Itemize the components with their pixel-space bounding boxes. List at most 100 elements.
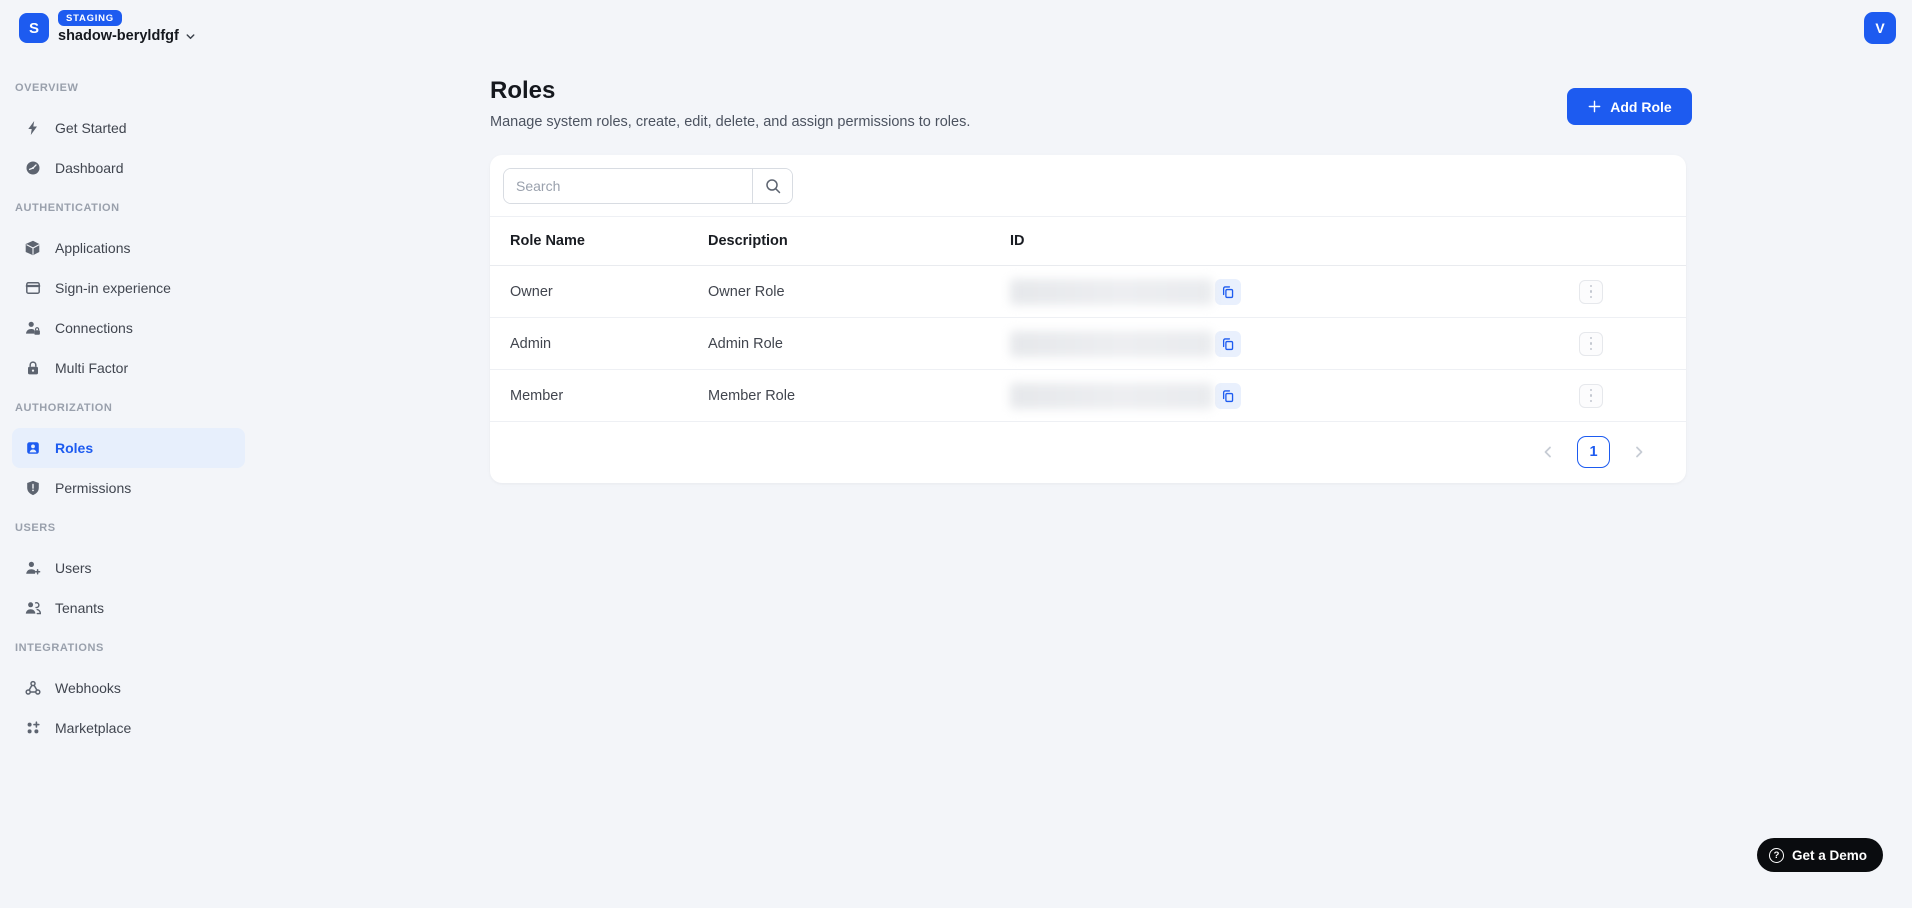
add-role-label: Add Role [1610, 99, 1671, 115]
copy-id-button[interactable] [1215, 331, 1241, 357]
sidebar-item-label: Users [55, 560, 92, 576]
sidebar-item-label: Get Started [55, 120, 127, 136]
sidebar-item-label: Tenants [55, 600, 104, 616]
column-header-role-name: Role Name [490, 233, 708, 249]
chevron-left-icon [1540, 444, 1556, 460]
cell-id [1010, 331, 1579, 357]
sidebar-item-tenants[interactable]: Tenants [0, 588, 245, 628]
page-subtitle: Manage system roles, create, edit, delet… [490, 114, 970, 130]
sidebar-item-label: Sign-in experience [55, 280, 171, 296]
id-badge-icon [25, 440, 41, 456]
sidebar-item-multi-factor[interactable]: Multi Factor [0, 348, 245, 388]
question-circle-icon: ? [1769, 848, 1784, 863]
copy-icon [1221, 285, 1235, 299]
cell-role-name: Owner [490, 284, 708, 300]
nav-section-label-authorization: AUTHORIZATION [0, 388, 245, 428]
redacted-id-value [1010, 383, 1213, 409]
search-row [490, 155, 1686, 217]
chevron-down-icon [184, 30, 197, 43]
get-a-demo-button[interactable]: ? Get a Demo [1757, 838, 1883, 872]
user-avatar[interactable]: V [1864, 12, 1896, 44]
nav-section-label-overview: OVERVIEW [0, 68, 245, 108]
sidebar-item-label: Dashboard [55, 160, 124, 176]
copy-id-button[interactable] [1215, 279, 1241, 305]
environment-badge: STAGING [58, 10, 122, 26]
sidebar-item-marketplace[interactable]: Marketplace [0, 708, 245, 748]
sidebar-item-sign-in-experience[interactable]: Sign-in experience [0, 268, 245, 308]
tenant-dropdown[interactable]: shadow-beryldfgf [58, 28, 197, 44]
cell-actions [1579, 384, 1686, 408]
cell-actions [1579, 280, 1686, 304]
people-icon [25, 600, 41, 616]
add-role-button[interactable]: Add Role [1567, 88, 1692, 125]
sidebar: OVERVIEW Get Started Dashboard AUTHENTICATI… [0, 68, 245, 748]
cell-actions [1579, 332, 1686, 356]
sidebar-item-label: Permissions [55, 480, 131, 496]
sidebar-item-label: Webhooks [55, 680, 121, 696]
sidebar-item-roles[interactable]: Roles [12, 428, 245, 468]
column-header-id: ID [1010, 233, 1579, 249]
cube-icon [25, 240, 41, 256]
sidebar-item-dashboard[interactable]: Dashboard [0, 148, 245, 188]
previous-page-button[interactable] [1540, 444, 1556, 460]
chevron-right-icon [1631, 444, 1647, 460]
shield-icon [25, 480, 41, 496]
search-button[interactable] [752, 169, 792, 203]
nav-section-label-authentication: AUTHENTICATION [0, 188, 245, 228]
redacted-id-value [1010, 331, 1213, 357]
lock-icon [25, 360, 41, 376]
cell-role-name: Admin [490, 336, 708, 352]
sidebar-item-label: Multi Factor [55, 360, 128, 376]
person-lock-icon [25, 320, 41, 336]
row-actions-menu-button[interactable] [1579, 280, 1603, 304]
cell-description: Member Role [708, 388, 1010, 404]
sidebar-item-applications[interactable]: Applications [0, 228, 245, 268]
sidebar-item-permissions[interactable]: Permissions [0, 468, 245, 508]
search-group [503, 168, 793, 204]
table-row-member: MemberMember Role [490, 370, 1686, 422]
redacted-id-value [1010, 279, 1213, 305]
table-body: OwnerOwner RoleAdminAdmin RoleMemberMemb… [490, 266, 1686, 422]
table-row-owner: OwnerOwner Role [490, 266, 1686, 318]
sidebar-item-connections[interactable]: Connections [0, 308, 245, 348]
sidebar-item-label: Applications [55, 240, 131, 256]
grid-plus-icon [25, 720, 41, 736]
sidebar-item-label: Roles [55, 440, 93, 456]
copy-icon [1221, 337, 1235, 351]
cell-id [1010, 383, 1579, 409]
cell-description: Admin Role [708, 336, 1010, 352]
cell-description: Owner Role [708, 284, 1010, 300]
copy-id-button[interactable] [1215, 383, 1241, 409]
row-actions-menu-button[interactable] [1579, 332, 1603, 356]
search-icon [764, 177, 782, 195]
lightning-icon [25, 120, 41, 136]
table-header-row: Role Name Description ID [490, 217, 1686, 266]
row-actions-menu-button[interactable] [1579, 384, 1603, 408]
page-title: Roles [490, 77, 555, 105]
get-a-demo-label: Get a Demo [1792, 848, 1867, 863]
browser-window-icon [25, 280, 41, 296]
plus-icon [1587, 99, 1602, 114]
gauge-icon [25, 160, 41, 176]
search-input[interactable] [504, 169, 752, 203]
cell-id [1010, 279, 1579, 305]
tenant-switcher[interactable]: S STAGING shadow-beryldfgf [19, 10, 197, 44]
cell-role-name: Member [490, 388, 708, 404]
pagination: 1 [490, 422, 1686, 482]
table-row-admin: AdminAdmin Role [490, 318, 1686, 370]
person-plus-icon [25, 560, 41, 576]
nav-section-label-users: USERS [0, 508, 245, 548]
roles-card: Role Name Description ID OwnerOwner Role… [490, 155, 1686, 483]
sidebar-item-webhooks[interactable]: Webhooks [0, 668, 245, 708]
next-page-button[interactable] [1631, 444, 1647, 460]
sidebar-item-get-started[interactable]: Get Started [0, 108, 245, 148]
webhook-icon [25, 680, 41, 696]
tenant-logo: S [19, 13, 49, 43]
column-header-description: Description [708, 233, 1010, 249]
nav-section-label-integrations: INTEGRATIONS [0, 628, 245, 668]
tenant-name: shadow-beryldfgf [58, 28, 179, 44]
page-number-button[interactable]: 1 [1577, 436, 1610, 468]
sidebar-item-label: Marketplace [55, 720, 131, 736]
sidebar-item-label: Connections [55, 320, 133, 336]
sidebar-item-users[interactable]: Users [0, 548, 245, 588]
